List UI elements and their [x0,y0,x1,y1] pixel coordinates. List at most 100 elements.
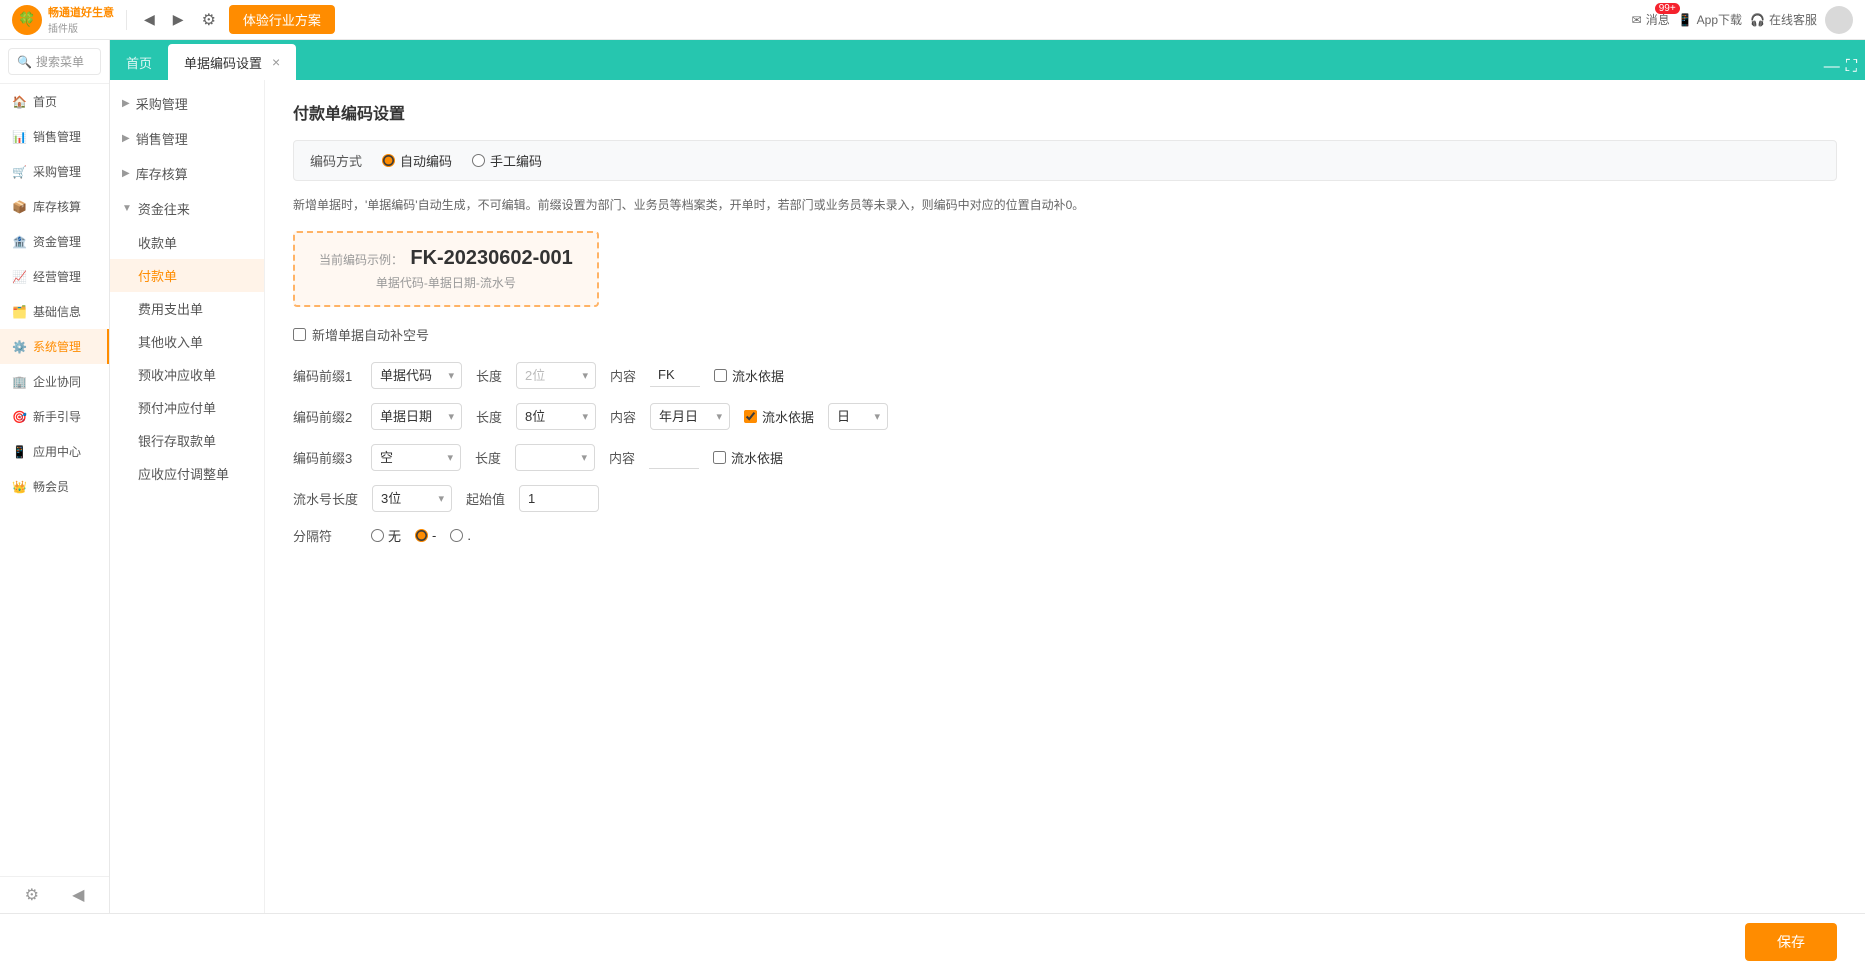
serial3-checkbox[interactable] [713,451,726,464]
length1-select-wrapper[interactable]: 2位 ▾ [516,362,596,389]
subnav-sales-header[interactable]: ▶ 销售管理 [110,121,264,156]
tabs-bar-right: — ⛶ [1816,58,1865,80]
manual-encoding-radio[interactable]: 手工编码 [472,151,542,170]
sidebar-collapse-btn[interactable]: ◀ [72,885,84,905]
tab-home[interactable]: 首页 [110,44,168,80]
sidebar-settings-btn[interactable]: ⚙ [25,885,39,905]
tab-encoding[interactable]: 单据编码设置 × [168,44,296,80]
save-button[interactable]: 保存 [1745,923,1837,961]
sidebar-item-purchase[interactable]: 🛒 采购管理 [0,154,109,189]
serial1-checkbox[interactable] [714,369,727,382]
serial3-checkbox-label[interactable]: 流水依据 [713,448,783,467]
sidebar-item-basic[interactable]: 🗂️ 基础信息 [0,294,109,329]
avatar[interactable] [1825,6,1853,34]
subnav-inventory-header[interactable]: ▶ 库存核算 [110,156,264,191]
subnav-advance-recv[interactable]: 预收冲应收单 [110,358,264,391]
sidebar-item-home[interactable]: 🏠 首页 [0,84,109,119]
serial-length-select[interactable]: 3位 [372,485,452,512]
serial2-period-select[interactable]: 日 月 年 [828,403,888,430]
message-btn[interactable]: ✉ 消息 99+ [1632,11,1670,28]
sidebar-item-finance[interactable]: 🏦 资金管理 [0,224,109,259]
settings-btn[interactable]: ⚙ [197,7,221,33]
subnav-other-income[interactable]: 其他收入单 [110,325,264,358]
subnav-receipt[interactable]: 收款单 [110,226,264,259]
content-area: 首页 单据编码设置 × — ⛶ ▶ 采购管理 [110,40,1865,913]
subnav-expense[interactable]: 费用支出单 [110,292,264,325]
content2-select-wrapper[interactable]: 年月日 ▾ [650,403,730,430]
auto-encoding-radio[interactable]: 自动编码 [382,151,452,170]
serial2-checkbox-label[interactable]: 流水依据 [744,407,814,426]
sep-dot-label[interactable]: . [450,528,471,543]
logo-subtitle: 插件版 [48,20,114,35]
auto-fill-checkbox[interactable] [293,328,306,341]
subnav-adjustment[interactable]: 应收应付调整单 [110,457,264,490]
serial2-checkbox[interactable] [744,410,757,423]
apps-icon: 📱 [12,445,27,459]
code-preview-value: FK-20230602-001 [410,247,572,269]
info-text: 新增单据时，'单据编码'自动生成，不可编辑。前缀设置为部门、业务员等档案类，开单… [293,195,1837,217]
member-icon: 👑 [12,480,27,494]
length3-select-wrapper[interactable]: ▾ [515,444,595,471]
tab-encoding-label: 单据编码设置 [184,53,262,72]
length1-select[interactable]: 2位 [516,362,596,389]
length2-label: 长度 [476,407,502,426]
prefix2-select-wrapper[interactable]: 单据日期 ▾ [371,403,462,430]
content3-value [649,445,699,469]
content-wrapper: ▶ 采购管理 ▶ 销售管理 ▶ 库存核算 ▼ 资金往来 收款单 [110,80,1865,913]
content3-label: 内容 [609,448,635,467]
sidebar-item-sales[interactable]: 📊 销售管理 [0,119,109,154]
nav-back-btn[interactable]: ◀ [139,8,160,31]
start-value-input[interactable] [519,485,599,512]
subnav-purchase-header[interactable]: ▶ 采购管理 [110,86,264,121]
prefix3-select-wrapper[interactable]: 空 ▾ [371,444,461,471]
message-icon: ✉ [1632,13,1642,27]
prefix1-row: 编码前缀1 单据代码 ▾ 长度 2位 ▾ 内容 [293,362,1837,389]
online-service-btn[interactable]: 🎧 在线客服 [1750,11,1817,28]
sep-dash-label[interactable]: - [415,528,436,543]
separator-label: 分隔符 [293,526,357,545]
sep-none-label[interactable]: 无 [371,526,401,545]
industry-btn[interactable]: 体验行业方案 [229,5,335,34]
content2-select[interactable]: 年月日 [650,403,730,430]
subnav-payment[interactable]: 付款单 [110,259,264,292]
subnav-fund-header[interactable]: ▼ 资金往来 [110,191,264,226]
length3-label: 长度 [475,448,501,467]
prefix3-select[interactable]: 空 [371,444,461,471]
message-badge: 99+ [1655,3,1680,14]
subnav-advance-pay[interactable]: 预付冲应付单 [110,391,264,424]
window-minimize-btn[interactable]: — [1824,58,1840,76]
service-icon: 🎧 [1750,13,1765,27]
guide-icon: 🎯 [12,410,27,424]
subnav-bank-deposit[interactable]: 银行存取款单 [110,424,264,457]
tab-close-icon[interactable]: × [272,54,280,70]
length3-select[interactable] [515,444,595,471]
length2-select[interactable]: 8位 [516,403,596,430]
sidebar-bottom: ⚙ ◀ [0,876,109,913]
main-panel: 付款单编码设置 编码方式 自动编码 手工编码 新增单据时，'单据编码'自动生成，… [265,80,1865,913]
serial-length-wrapper[interactable]: 3位 ▾ [372,485,452,512]
prefix1-select-wrapper[interactable]: 单据代码 ▾ [371,362,462,389]
app-icon: 📱 [1678,13,1693,27]
prefix2-select[interactable]: 单据日期 [371,403,462,430]
length2-select-wrapper[interactable]: 8位 ▾ [516,403,596,430]
sidebar-item-guide[interactable]: 🎯 新手引导 [0,399,109,434]
inventory-icon: 📦 [12,200,27,214]
home-icon: 🏠 [12,95,27,109]
sidebar-item-apps[interactable]: 📱 应用中心 [0,434,109,469]
logo: 🍀 畅通道好生意 插件版 [12,4,114,35]
window-maximize-btn[interactable]: ⛶ [1846,58,1857,76]
code-preview-sub: 单据代码-单据日期-流水号 [319,274,573,291]
sidebar-item-corp[interactable]: 🏢 企业协同 [0,364,109,399]
sidebar-item-inventory[interactable]: 📦 库存核算 [0,189,109,224]
nav-forward-btn[interactable]: ▶ [168,8,189,31]
sidebar-item-operation[interactable]: 📈 经营管理 [0,259,109,294]
serial1-checkbox-label[interactable]: 流水依据 [714,366,784,385]
serial2-period-wrapper[interactable]: 日 月 年 ▾ [828,403,888,430]
sidebar-item-system[interactable]: ⚙️ 系统管理 [0,329,109,364]
search-icon: 🔍 [17,55,32,69]
app-download-btn[interactable]: 📱 App下载 [1678,11,1742,28]
code-preview-label: 当前编码示例： FK-20230602-001 [319,247,573,270]
sidebar-search[interactable]: 🔍 搜索菜单 [0,40,109,84]
prefix1-select[interactable]: 单据代码 [371,362,462,389]
sidebar-item-member[interactable]: 👑 畅会员 [0,469,109,504]
